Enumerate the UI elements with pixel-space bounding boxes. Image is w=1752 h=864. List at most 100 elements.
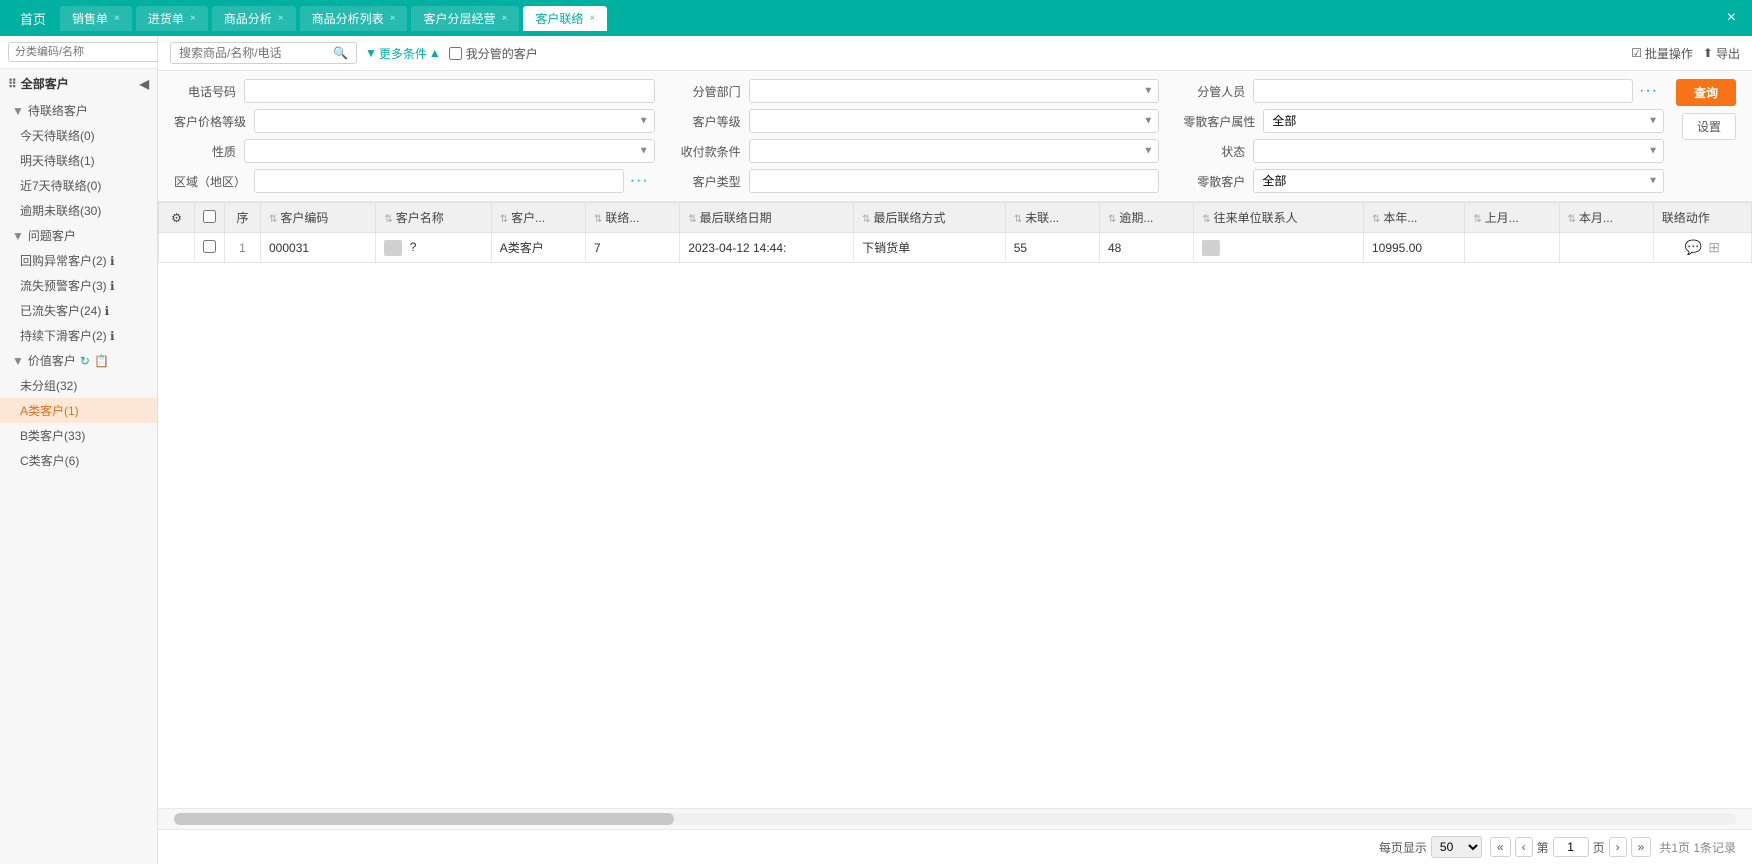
gear-icon[interactable]: ⚙ xyxy=(171,211,182,225)
sidebar-item-declining[interactable]: 持续下滑客户(2) ℹ xyxy=(0,323,157,348)
row-checkbox[interactable] xyxy=(203,240,216,253)
filter-select-customer-grade[interactable] xyxy=(749,109,1160,133)
filter-select-price-grade[interactable] xyxy=(254,109,655,133)
filter-toolbar: 🔍 ▼ 更多条件 ▲ 我分管的客户 ☑ 批量操作 ⬆ 导 xyxy=(158,36,1752,71)
per-page-selector: 每页显示 50 100 200 xyxy=(1379,836,1482,858)
filter-cell-nature: 性质 ▼ xyxy=(174,139,655,163)
col-level[interactable]: 客户... xyxy=(491,203,585,233)
nav-tab-analysis[interactable]: 商品分析 × xyxy=(212,6,296,31)
col-seq: 序 xyxy=(225,203,261,233)
sidebar: 🔍 ⠿ 全部客户 ◀ ▼ 待联络客户 今天待联络(0) 明天待联络(1) 近7天… xyxy=(0,36,158,864)
sidebar-group-value-refresh-icon[interactable]: ↻ xyxy=(80,354,90,368)
nav-tab-analysis-close[interactable]: × xyxy=(278,13,284,24)
sidebar-item-churn-warning[interactable]: 流失预警客户(3) ℹ xyxy=(0,273,157,298)
nav-tab-sales[interactable]: 销售单 × xyxy=(60,6,132,31)
filter-select-retail[interactable]: 全部 xyxy=(1253,169,1664,193)
sidebar-item-churned[interactable]: 已流失客户(24) ℹ xyxy=(0,298,157,323)
sidebar-group-pending[interactable]: ▼ 待联络客户 xyxy=(0,98,157,123)
filter-manager-dots[interactable]: ··· xyxy=(1633,82,1664,100)
row-action-chat-icon[interactable]: 💬 xyxy=(1685,239,1702,256)
filter-label-nature: 性质 xyxy=(174,143,244,160)
col-code[interactable]: 客户编码 xyxy=(261,203,376,233)
filter-input-manager[interactable] xyxy=(1253,79,1633,103)
filter-search-icon[interactable]: 🔍 xyxy=(333,46,348,60)
col-this-year[interactable]: 本年... xyxy=(1363,203,1464,233)
filter-region-dots[interactable]: ··· xyxy=(624,172,655,190)
col-last-method[interactable]: 最后联络方式 xyxy=(854,203,1006,233)
sidebar-group-value-settings-icon[interactable]: 📋 xyxy=(94,354,109,368)
sidebar-group-pending-label: 待联络客户 xyxy=(28,102,88,119)
horizontal-scrollbar[interactable] xyxy=(174,813,1736,825)
sidebar-all-customers[interactable]: ⠿ 全部客户 ◀ xyxy=(0,69,157,98)
sidebar-item-today[interactable]: 今天待联络(0) xyxy=(0,123,157,148)
filter-select-nature[interactable] xyxy=(244,139,655,163)
last-page-button[interactable]: » xyxy=(1631,837,1652,857)
prev-page-button[interactable]: ‹ xyxy=(1515,837,1533,857)
nav-home[interactable]: 首页 xyxy=(8,9,58,28)
sidebar-search-input[interactable] xyxy=(8,42,158,62)
sidebar-item-week[interactable]: 近7天待联络(0) xyxy=(0,173,157,198)
col-this-month[interactable]: 本月... xyxy=(1559,203,1653,233)
per-page-select[interactable]: 50 100 200 xyxy=(1431,836,1482,858)
filter-input-region[interactable] xyxy=(254,169,624,193)
filter-cell-payment: 收付款条件 ▼ xyxy=(679,139,1160,163)
row-action-qr-icon[interactable]: ⊞ xyxy=(1708,239,1720,256)
query-button[interactable]: 查询 xyxy=(1676,79,1736,106)
sidebar-item-class-b[interactable]: B类客户(33) xyxy=(0,423,157,448)
nav-tab-customer-contact[interactable]: 客户联络 × xyxy=(523,6,607,31)
col-contact2[interactable]: 往来单位联系人 xyxy=(1194,203,1364,233)
nav-tab-customer-contact-close[interactable]: × xyxy=(589,13,595,24)
sidebar-item-repurchase-abnormal[interactable]: 回购异常客户(2) ℹ xyxy=(0,248,157,273)
col-last-date[interactable]: 最后联络日期 xyxy=(680,203,854,233)
settings-button[interactable]: 设置 xyxy=(1682,113,1736,140)
sidebar-item-class-a[interactable]: A类客户(1) xyxy=(0,398,157,423)
sidebar-group-problem[interactable]: ▼ 问题客户 xyxy=(0,223,157,248)
nav-tab-analysis-list-close[interactable]: × xyxy=(390,13,396,24)
filter-more-conditions[interactable]: ▼ 更多条件 ▲ xyxy=(365,45,441,62)
filter-search-input[interactable] xyxy=(179,46,329,60)
filter-select-status[interactable] xyxy=(1253,139,1664,163)
sidebar-item-class-c[interactable]: C类客户(6) xyxy=(0,448,157,473)
sidebar-item-unclassified[interactable]: 未分组(32) xyxy=(0,373,157,398)
page-input[interactable] xyxy=(1553,837,1589,857)
filter-input-phone[interactable] xyxy=(244,79,655,103)
nav-tab-sales-close[interactable]: × xyxy=(114,13,120,24)
row-this-month-cell xyxy=(1559,233,1653,263)
batch-op-button[interactable]: ☑ 批量操作 xyxy=(1631,45,1693,62)
nav-tab-analysis-list[interactable]: 商品分析列表 × xyxy=(300,6,408,31)
first-page-button[interactable]: « xyxy=(1490,837,1511,857)
filter-label-customer-grade: 客户等级 xyxy=(679,113,749,130)
row-contact2-cell xyxy=(1194,233,1364,263)
sidebar-collapse-icon[interactable]: ◀ xyxy=(140,77,149,91)
horizontal-scrollbar-thumb[interactable] xyxy=(174,813,674,825)
filter-select-retail-attr[interactable]: 全部 xyxy=(1263,109,1664,133)
sidebar-item-tomorrow[interactable]: 明天待联络(1) xyxy=(0,148,157,173)
nav-tab-purchase[interactable]: 进货单 × xyxy=(136,6,208,31)
sidebar-group-value[interactable]: ▼ 价值客户 ↻ 📋 xyxy=(0,348,157,373)
export-button[interactable]: ⬆ 导出 xyxy=(1703,45,1740,62)
col-overdue[interactable]: 逾期... xyxy=(1099,203,1193,233)
filter-my-customers[interactable]: 我分管的客户 xyxy=(449,45,538,62)
nav-tab-customer-tier-close[interactable]: × xyxy=(501,13,507,24)
table-select-all-checkbox[interactable] xyxy=(203,210,216,223)
filter-my-customers-checkbox[interactable] xyxy=(449,47,462,60)
filter-input-customer-type[interactable] xyxy=(749,169,1160,193)
col-action: 联络动作 xyxy=(1653,203,1751,233)
export-icon: ⬆ xyxy=(1703,46,1713,60)
global-close-button[interactable]: × xyxy=(1719,9,1744,27)
filter-select-dept[interactable] xyxy=(749,79,1160,103)
col-last-month[interactable]: 上月... xyxy=(1465,203,1559,233)
col-not-contact[interactable]: 未联... xyxy=(1005,203,1099,233)
filter-select-payment[interactable] xyxy=(749,139,1160,163)
sidebar-item-overdue[interactable]: 逾期未联络(30) xyxy=(0,198,157,223)
nav-tab-purchase-close[interactable]: × xyxy=(190,13,196,24)
next-page-button[interactable]: › xyxy=(1609,837,1627,857)
filter-cell-customer-grade: 客户等级 ▼ xyxy=(679,109,1160,133)
sidebar-search-area: 🔍 xyxy=(0,36,157,69)
col-contact-count[interactable]: 联络... xyxy=(586,203,680,233)
nav-tab-customer-tier[interactable]: 客户分层经营 × xyxy=(411,6,519,31)
col-gear[interactable]: ⚙ xyxy=(159,203,195,233)
row-last-method-link[interactable]: 下销货单 xyxy=(862,241,910,255)
customer-name-text: ? xyxy=(410,240,417,254)
col-name[interactable]: 客户名称 xyxy=(376,203,491,233)
